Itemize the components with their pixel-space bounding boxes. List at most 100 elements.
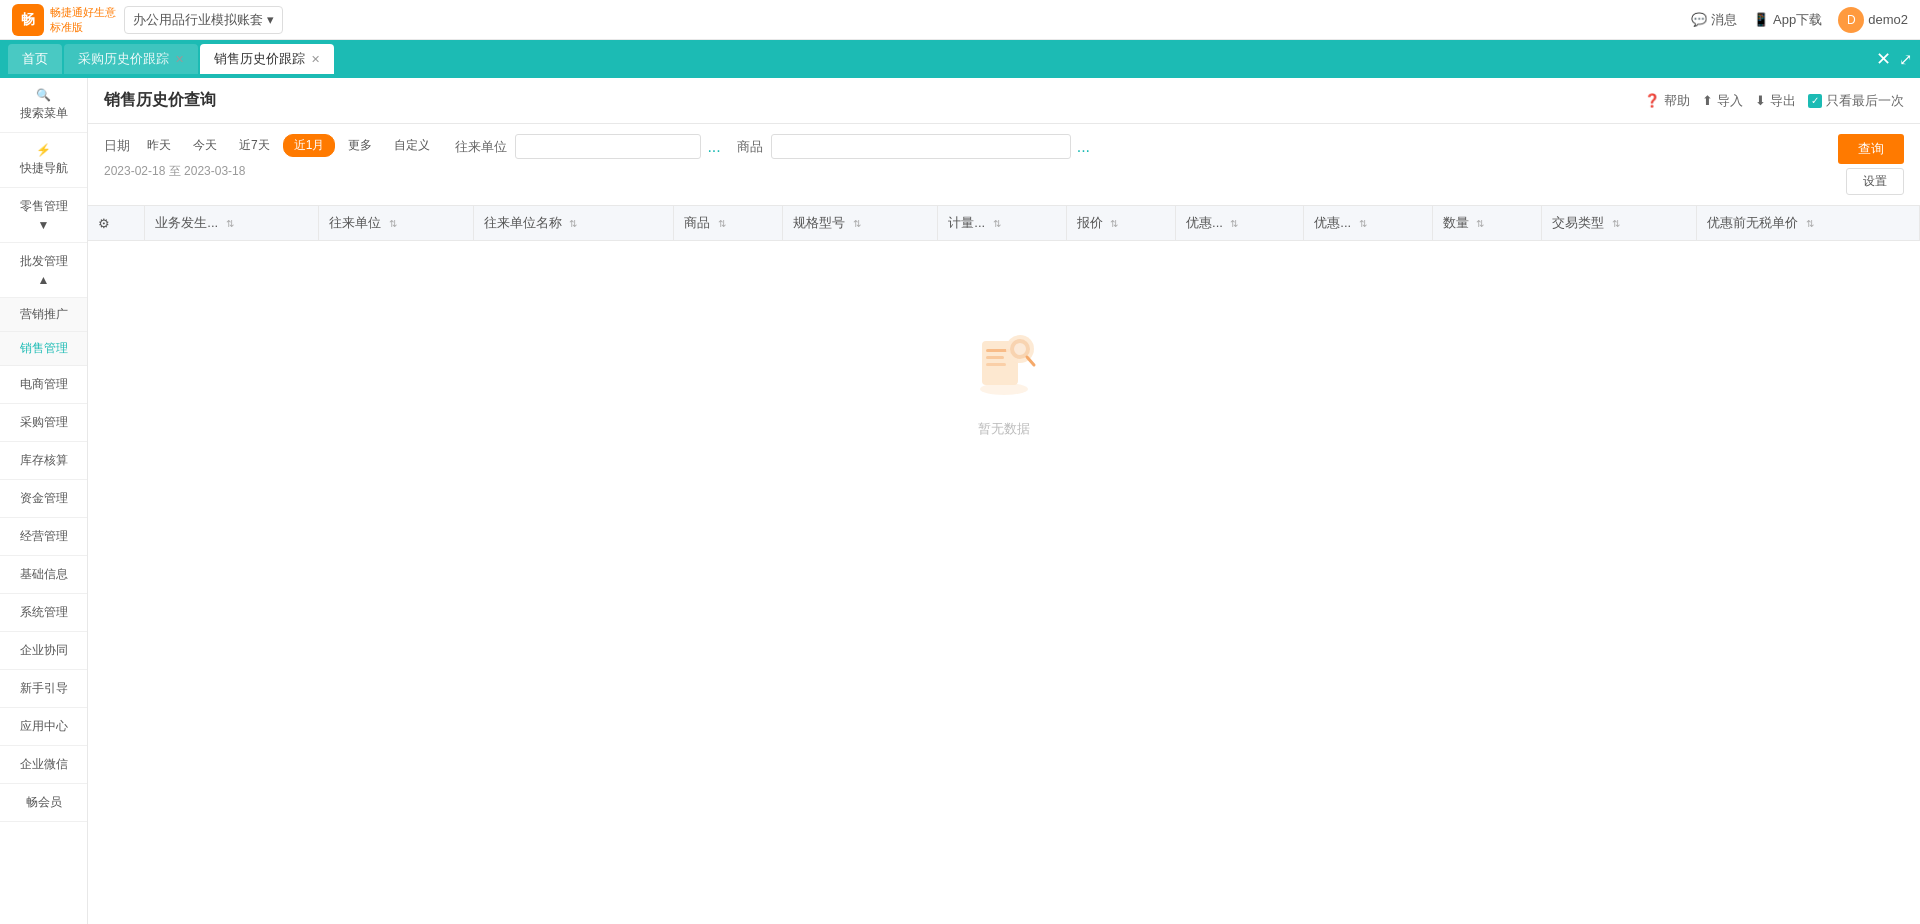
close-window-icon[interactable]: ✕ bbox=[1876, 48, 1891, 70]
help-action[interactable]: ❓ 帮助 bbox=[1644, 92, 1690, 110]
last-only-wrapper[interactable]: ✓ 只看最后一次 bbox=[1808, 92, 1904, 110]
message-icon: 💬 bbox=[1691, 12, 1707, 27]
sort-arrows-pre-discount-price: ⇅ bbox=[1806, 218, 1814, 229]
sort-arrows-trade-type: ⇅ bbox=[1612, 218, 1620, 229]
close-sales-tab-icon[interactable]: ✕ bbox=[311, 53, 320, 66]
date-btn-7days[interactable]: 近7天 bbox=[230, 134, 279, 157]
page-actions: ❓ 帮助 ⬆ 导入 ⬇ 导出 ✓ 只看最后一次 bbox=[1644, 92, 1904, 110]
th-unit[interactable]: 计量... ⇅ bbox=[938, 206, 1066, 241]
date-btn-custom[interactable]: 自定义 bbox=[385, 134, 439, 157]
page-title: 销售历史价查询 bbox=[104, 90, 216, 111]
th-settings[interactable]: ⚙ bbox=[88, 206, 145, 241]
phone-icon: 📱 bbox=[1753, 12, 1769, 27]
empty-state: 暂无数据 bbox=[88, 241, 1920, 518]
sort-arrows-unit: ⇅ bbox=[993, 218, 1001, 229]
import-action[interactable]: ⬆ 导入 bbox=[1702, 92, 1743, 110]
page-area: 销售历史价查询 ❓ 帮助 ⬆ 导入 ⬇ 导出 ✓ bbox=[88, 78, 1920, 924]
sidebar-item-purchase-mgmt[interactable]: 采购管理 bbox=[0, 404, 87, 442]
logo-text: 畅捷通好生意 标准版 bbox=[50, 5, 116, 34]
date-btn-more[interactable]: 更多 bbox=[339, 134, 381, 157]
date-filter-section: 日期 昨天 今天 近7天 近1月 更多 自定义 2023-02-18 至 202… bbox=[104, 134, 439, 180]
goods-dots-icon[interactable]: ... bbox=[1077, 138, 1090, 156]
sidebar-item-basic-info[interactable]: 基础信息 bbox=[0, 556, 87, 594]
page-title-row: 销售历史价查询 ❓ 帮助 ⬆ 导入 ⬇ 导出 ✓ bbox=[104, 90, 1904, 111]
sidebar-item-quick-nav[interactable]: ⚡ 快捷导航 bbox=[0, 133, 87, 188]
query-btn-area: 查询 设置 bbox=[1838, 134, 1904, 195]
th-discount1[interactable]: 优惠... ⇅ bbox=[1176, 206, 1304, 241]
svg-rect-3 bbox=[986, 356, 1004, 359]
sidebar-item-search-menu[interactable]: 🔍 搜索菜单 bbox=[0, 78, 87, 133]
svg-point-8 bbox=[1014, 343, 1026, 355]
sidebar-item-ecommerce[interactable]: 电商管理 bbox=[0, 366, 87, 404]
chevron-down-icon: ▾ bbox=[267, 12, 274, 27]
date-label: 日期 bbox=[104, 137, 130, 155]
logo-icon: 畅 bbox=[12, 4, 44, 36]
app-dropdown[interactable]: 办公用品行业模拟账套 ▾ bbox=[124, 6, 283, 34]
lightning-icon: ⚡ bbox=[36, 143, 51, 157]
tabbar-actions: ✕ ⤢ bbox=[1876, 48, 1912, 70]
sort-arrows-business-date: ⇅ bbox=[226, 218, 234, 229]
sidebar-item-app-center[interactable]: 应用中心 bbox=[0, 708, 87, 746]
sidebar-item-wholesale-mgmt[interactable]: 批发管理 ▲ bbox=[0, 243, 87, 298]
sidebar-item-enterprise-wechat[interactable]: 企业微信 bbox=[0, 746, 87, 784]
th-quantity[interactable]: 数量 ⇅ bbox=[1432, 206, 1541, 241]
th-counterpart-code[interactable]: 往来单位 ⇅ bbox=[319, 206, 474, 241]
settings-button[interactable]: 设置 bbox=[1846, 168, 1904, 195]
goods-input[interactable] bbox=[771, 134, 1071, 159]
th-discount2[interactable]: 优惠... ⇅ bbox=[1304, 206, 1432, 241]
sidebar-item-inventory[interactable]: 库存核算 bbox=[0, 442, 87, 480]
tab-sales-history[interactable]: 销售历史价跟踪 ✕ bbox=[200, 44, 334, 74]
data-table: ⚙ 业务发生... ⇅ 往来单位 ⇅ 往来单位名称 ⇅ bbox=[88, 206, 1920, 241]
help-icon: ❓ bbox=[1644, 93, 1660, 108]
sidebar-item-system-mgmt[interactable]: 系统管理 bbox=[0, 594, 87, 632]
message-button[interactable]: 💬 消息 bbox=[1691, 11, 1737, 29]
sidebar-item-operations[interactable]: 经营管理 bbox=[0, 518, 87, 556]
th-counterpart-name[interactable]: 往来单位名称 ⇅ bbox=[473, 206, 673, 241]
sidebar-item-sales-mgmt[interactable]: 销售管理 bbox=[0, 332, 87, 366]
table-area: ⚙ 业务发生... ⇅ 往来单位 ⇅ 往来单位名称 ⇅ bbox=[88, 206, 1920, 924]
sidebar-item-member[interactable]: 畅会员 bbox=[0, 784, 87, 822]
export-action[interactable]: ⬇ 导出 bbox=[1755, 92, 1796, 110]
search-icon: 🔍 bbox=[36, 88, 51, 102]
chevron-up-icon-wholesale: ▲ bbox=[38, 273, 50, 287]
user-profile[interactable]: D demo2 bbox=[1838, 7, 1908, 33]
import-icon: ⬆ bbox=[1702, 93, 1713, 108]
query-button[interactable]: 查询 bbox=[1838, 134, 1904, 164]
sidebar-item-marketing[interactable]: 营销推广 bbox=[0, 298, 87, 332]
th-business-date[interactable]: 业务发生... ⇅ bbox=[145, 206, 319, 241]
main-content: 🔍 搜索菜单 ⚡ 快捷导航 零售管理 ▼ 批发管理 ▲ 营销推广 销售管理 电商… bbox=[0, 78, 1920, 924]
sidebar-item-finance[interactable]: 资金管理 bbox=[0, 480, 87, 518]
date-buttons: 昨天 今天 近7天 近1月 更多 自定义 bbox=[138, 134, 439, 157]
sort-arrows-counterpart-name: ⇅ bbox=[569, 218, 577, 229]
topbar: 畅 畅捷通好生意 标准版 办公用品行业模拟账套 ▾ 💬 消息 📱 App下载 D… bbox=[0, 0, 1920, 40]
sidebar-item-retail-mgmt[interactable]: 零售管理 ▼ bbox=[0, 188, 87, 243]
sort-arrows-discount1: ⇅ bbox=[1230, 218, 1238, 229]
th-quote[interactable]: 报价 ⇅ bbox=[1066, 206, 1175, 241]
sidebar-item-enterprise-collab[interactable]: 企业协同 bbox=[0, 632, 87, 670]
date-range: 2023-02-18 至 2023-03-18 bbox=[104, 163, 439, 180]
th-trade-type[interactable]: 交易类型 ⇅ bbox=[1542, 206, 1697, 241]
th-goods[interactable]: 商品 ⇅ bbox=[674, 206, 783, 241]
goods-label: 商品 bbox=[737, 138, 763, 156]
tab-purchase-history[interactable]: 采购历史价跟踪 ✕ bbox=[64, 44, 198, 74]
topbar-right: 💬 消息 📱 App下载 D demo2 bbox=[1691, 7, 1908, 33]
last-only-checkbox[interactable]: ✓ bbox=[1808, 94, 1822, 108]
sidebar-item-new-guide[interactable]: 新手引导 bbox=[0, 670, 87, 708]
th-spec[interactable]: 规格型号 ⇅ bbox=[783, 206, 938, 241]
counterpart-dots-icon[interactable]: ... bbox=[707, 138, 720, 156]
counterpart-input[interactable] bbox=[515, 134, 701, 159]
date-btn-1month[interactable]: 近1月 bbox=[283, 134, 336, 157]
chevron-down-icon-retail: ▼ bbox=[38, 218, 50, 232]
maximize-icon[interactable]: ⤢ bbox=[1899, 50, 1912, 69]
date-btn-yesterday[interactable]: 昨天 bbox=[138, 134, 180, 157]
svg-rect-4 bbox=[986, 363, 1006, 366]
close-purchase-tab-icon[interactable]: ✕ bbox=[175, 53, 184, 66]
tab-home[interactable]: 首页 bbox=[8, 44, 62, 74]
date-btn-today[interactable]: 今天 bbox=[184, 134, 226, 157]
app-download-button[interactable]: 📱 App下载 bbox=[1753, 11, 1822, 29]
empty-text: 暂无数据 bbox=[978, 420, 1030, 438]
goods-input-group: ... bbox=[771, 134, 1090, 159]
counterpart-label: 往来单位 bbox=[455, 138, 507, 156]
th-pre-discount-price[interactable]: 优惠前无税单价 ⇅ bbox=[1696, 206, 1919, 241]
empty-illustration bbox=[964, 321, 1044, 404]
